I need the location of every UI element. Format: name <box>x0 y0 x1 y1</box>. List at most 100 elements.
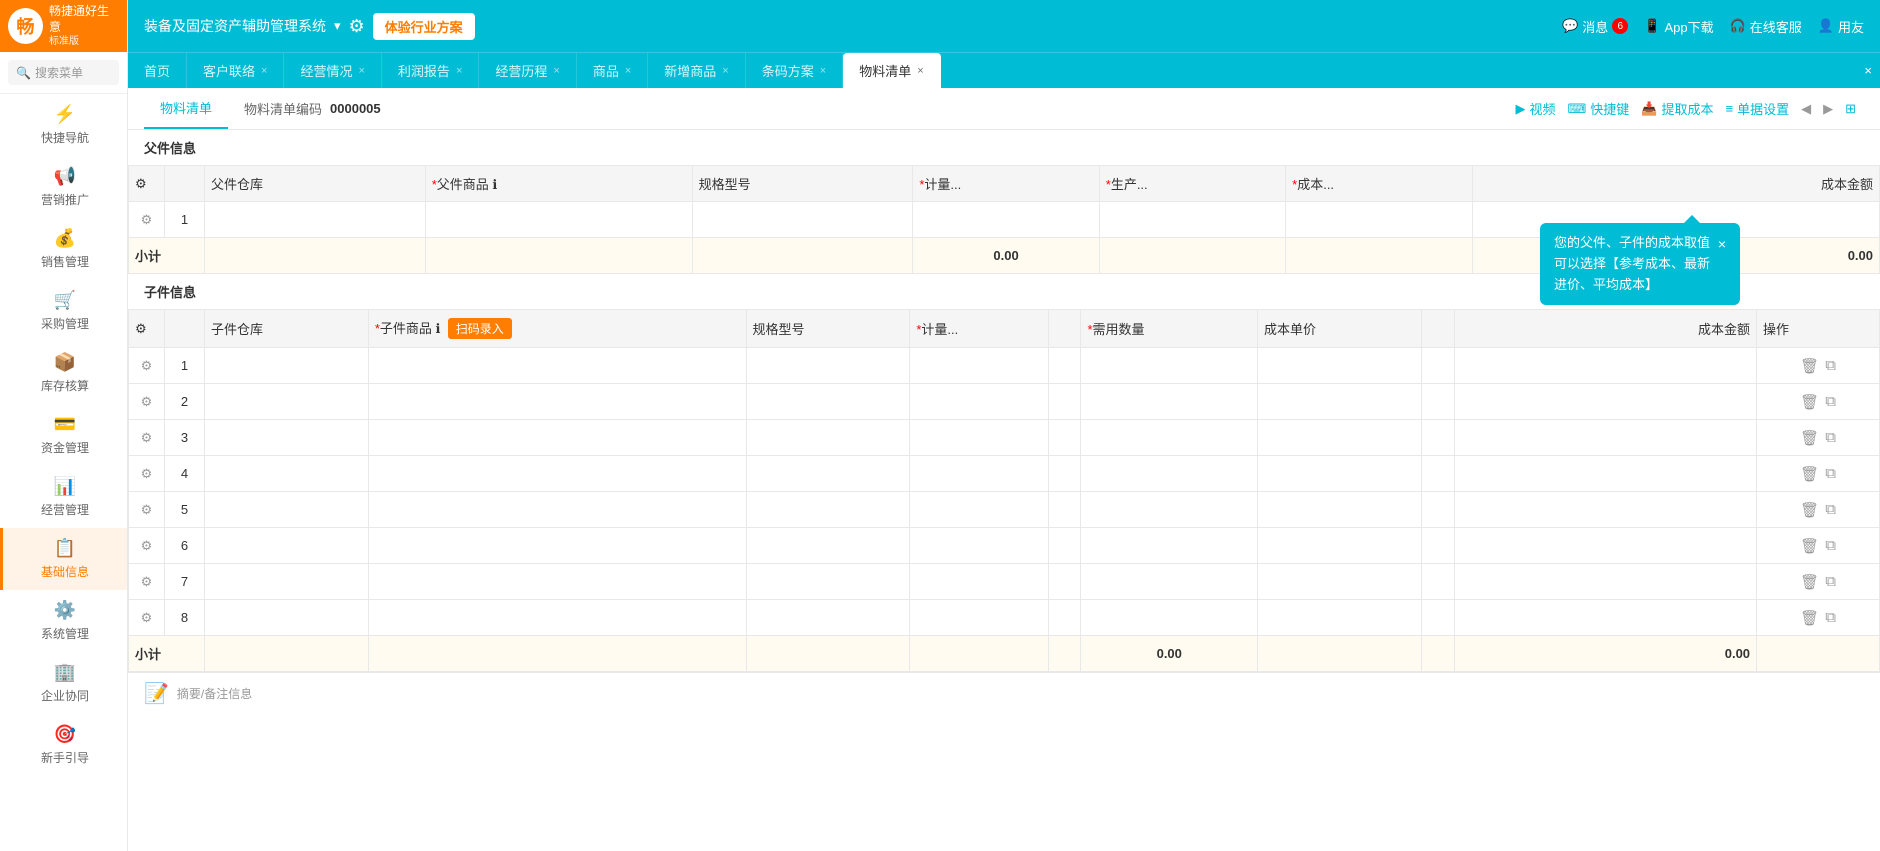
child-row-1-spec[interactable] <box>746 348 910 384</box>
child-row-3-warehouse[interactable] <box>205 420 369 456</box>
video-tool[interactable]: ▶ 视频 <box>1515 99 1555 118</box>
child-row-1-col9[interactable] <box>1421 348 1454 384</box>
tab-bom-close[interactable]: × <box>917 65 923 77</box>
tab-profit[interactable]: 利润报告 × <box>382 53 479 88</box>
sidebar-item-sales[interactable]: 💰 销售管理 <box>0 218 127 280</box>
child-row-6-col9[interactable] <box>1421 528 1454 564</box>
user-tool[interactable]: 👤 用友 <box>1818 17 1864 36</box>
child-row-7-goods[interactable] <box>368 564 746 600</box>
child-row-2-goods[interactable] <box>368 384 746 420</box>
sidebar-item-finance[interactable]: 💳 资金管理 <box>0 404 127 466</box>
child-row-4-col6[interactable] <box>1048 456 1081 492</box>
child-row-7-warehouse[interactable] <box>205 564 369 600</box>
child-row-1-settings[interactable]: ⚙ <box>129 348 165 384</box>
child-row-2-warehouse[interactable] <box>205 384 369 420</box>
child-row-4-qty[interactable] <box>1081 456 1258 492</box>
tab-close-all[interactable]: × <box>1864 63 1880 78</box>
tab-goods-close[interactable]: × <box>625 65 631 77</box>
child-row-5-col9[interactable] <box>1421 492 1454 528</box>
sub-tab-bom[interactable]: 物料清单 <box>144 88 228 129</box>
copy-icon-5[interactable]: ⧉ <box>1825 501 1836 519</box>
child-row-4-col9[interactable] <box>1421 456 1454 492</box>
sidebar-item-basic-info[interactable]: 📋 基础信息 <box>0 528 127 590</box>
copy-icon-8[interactable]: ⧉ <box>1825 609 1836 627</box>
parent-row-1-spec[interactable] <box>692 202 913 238</box>
sidebar-item-system[interactable]: ⚙️ 系统管理 <box>0 590 127 652</box>
copy-icon-4[interactable]: ⧉ <box>1825 465 1836 483</box>
scan-button[interactable]: 扫码录入 <box>448 318 512 339</box>
delete-icon-8[interactable]: 🗑 <box>1800 609 1819 627</box>
sidebar-item-purchase[interactable]: 🛒 采购管理 <box>0 280 127 342</box>
tab-add-goods-close[interactable]: × <box>722 65 728 77</box>
sidebar-item-inventory[interactable]: 📦 库存核算 <box>0 342 127 404</box>
sidebar-item-operations[interactable]: 📊 经营管理 <box>0 466 127 528</box>
delete-icon-2[interactable]: 🗑 <box>1800 393 1819 411</box>
child-row-2-col6[interactable] <box>1048 384 1081 420</box>
child-row-1-warehouse[interactable] <box>205 348 369 384</box>
child-row-6-col6[interactable] <box>1048 528 1081 564</box>
online-service-tool[interactable]: 🎧 在线客服 <box>1730 17 1802 36</box>
tab-customer-close[interactable]: × <box>261 65 267 77</box>
child-row-4-unit-cost[interactable] <box>1258 456 1422 492</box>
nav-left-icon[interactable]: ◀ <box>1801 101 1811 117</box>
child-row-4-warehouse[interactable] <box>205 456 369 492</box>
tab-history-close[interactable]: × <box>553 65 559 77</box>
tooltip-close[interactable]: × <box>1718 233 1726 255</box>
child-row-1-qty[interactable] <box>1081 348 1258 384</box>
single-setting-tool[interactable]: ≡ 单据设置 <box>1725 99 1789 118</box>
child-row-4-unit[interactable] <box>910 456 1048 492</box>
child-row-6-goods[interactable] <box>368 528 746 564</box>
child-row-2-settings[interactable]: ⚙ <box>129 384 165 420</box>
tab-barcode-close[interactable]: × <box>820 65 826 77</box>
child-row-8-qty[interactable] <box>1081 600 1258 636</box>
child-row-5-unit-cost[interactable] <box>1258 492 1422 528</box>
copy-icon-3[interactable]: ⧉ <box>1825 429 1836 447</box>
child-row-5-qty[interactable] <box>1081 492 1258 528</box>
child-row-8-goods[interactable] <box>368 600 746 636</box>
child-row-7-unit[interactable] <box>910 564 1048 600</box>
shortcut-tool[interactable]: ⌨ 快捷键 <box>1568 99 1630 118</box>
child-row-3-unit[interactable] <box>910 420 1048 456</box>
tab-history[interactable]: 经营历程 × <box>479 53 576 88</box>
child-row-4-goods[interactable] <box>368 456 746 492</box>
child-row-6-warehouse[interactable] <box>205 528 369 564</box>
grid-icon[interactable]: ⊞ <box>1845 101 1856 117</box>
copy-icon-2[interactable]: ⧉ <box>1825 393 1836 411</box>
delete-icon-4[interactable]: 🗑 <box>1800 465 1819 483</box>
dropdown-arrow[interactable]: ▾ <box>334 18 341 34</box>
experience-button[interactable]: 体验行业方案 <box>373 13 475 40</box>
child-row-3-qty[interactable] <box>1081 420 1258 456</box>
child-row-8-spec[interactable] <box>746 600 910 636</box>
child-row-2-spec[interactable] <box>746 384 910 420</box>
delete-icon-1[interactable]: 🗑 <box>1800 357 1819 375</box>
child-row-5-unit[interactable] <box>910 492 1048 528</box>
search-box[interactable]: 🔍 搜索菜单 <box>8 60 119 85</box>
child-row-2-qty[interactable] <box>1081 384 1258 420</box>
child-row-6-spec[interactable] <box>746 528 910 564</box>
child-row-7-settings[interactable]: ⚙ <box>129 564 165 600</box>
child-row-2-unit[interactable] <box>910 384 1048 420</box>
parent-row-1-goods[interactable] <box>425 202 692 238</box>
parent-row-1-cost[interactable] <box>1286 202 1472 238</box>
child-row-5-warehouse[interactable] <box>205 492 369 528</box>
copy-icon-6[interactable]: ⧉ <box>1825 537 1836 555</box>
child-row-5-settings[interactable]: ⚙ <box>129 492 165 528</box>
child-row-8-settings[interactable]: ⚙ <box>129 600 165 636</box>
child-row-3-col6[interactable] <box>1048 420 1081 456</box>
sidebar-item-enterprise[interactable]: 🏢 企业协同 <box>0 652 127 714</box>
child-row-5-spec[interactable] <box>746 492 910 528</box>
delete-icon-5[interactable]: 🗑 <box>1800 501 1819 519</box>
tab-home[interactable]: 首页 <box>128 53 187 88</box>
tab-barcode[interactable]: 条码方案 × <box>746 53 843 88</box>
child-row-6-settings[interactable]: ⚙ <box>129 528 165 564</box>
child-row-7-qty[interactable] <box>1081 564 1258 600</box>
app-download-tool[interactable]: 📱 App下载 <box>1644 17 1713 36</box>
copy-icon-7[interactable]: ⧉ <box>1825 573 1836 591</box>
child-row-4-spec[interactable] <box>746 456 910 492</box>
child-row-3-unit-cost[interactable] <box>1258 420 1422 456</box>
delete-icon-7[interactable]: 🗑 <box>1800 573 1819 591</box>
child-row-3-col9[interactable] <box>1421 420 1454 456</box>
parent-row-1-settings[interactable]: ⚙ <box>129 202 165 238</box>
delete-icon-3[interactable]: 🗑 <box>1800 429 1819 447</box>
child-row-1-unit-cost[interactable] <box>1258 348 1422 384</box>
